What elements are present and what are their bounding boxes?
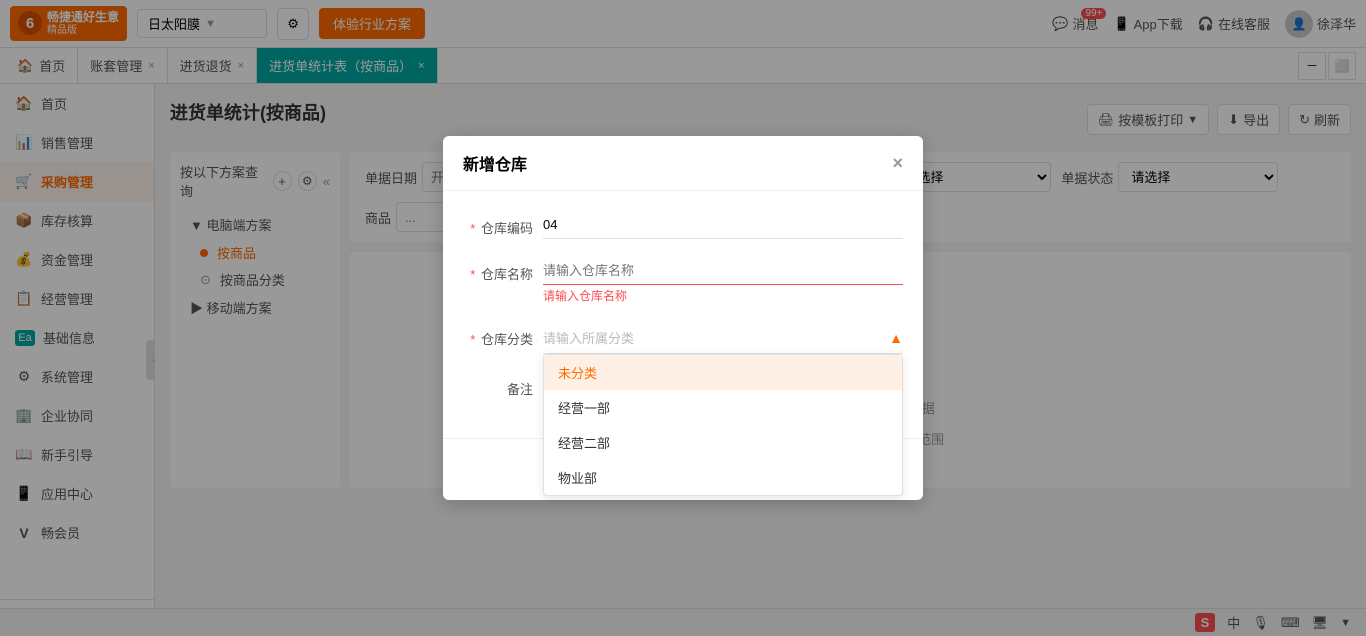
dialog-header: 新增仓库 × — [443, 136, 923, 191]
name-input[interactable] — [543, 257, 903, 285]
form-row-code: * 仓库编码 — [463, 211, 903, 239]
dropdown-item-2[interactable]: 经营二部 — [544, 425, 902, 460]
category-label: * 仓库分类 — [463, 322, 533, 348]
form-row-name: * 仓库名称 请输入仓库名称 — [463, 257, 903, 304]
name-error-tip: 请输入仓库名称 — [543, 287, 903, 304]
dropdown-item-3[interactable]: 物业部 — [544, 460, 902, 495]
dropdown-item-0[interactable]: 未分类 — [544, 355, 902, 390]
dialog-overlay[interactable]: 新增仓库 × * 仓库编码 * 仓库名称 — [0, 0, 1366, 636]
category-select-text: 请输入所属分类 — [543, 328, 889, 347]
dialog-close-button[interactable]: × — [892, 153, 903, 174]
name-field-wrap: 请输入仓库名称 — [543, 257, 903, 304]
code-label: * 仓库编码 — [463, 211, 533, 237]
dialog-title: 新增仓库 — [463, 151, 527, 175]
category-field-wrap: 请输入所属分类 ▲ 未分类 经营一部 经营二部 物业部 — [543, 322, 903, 354]
code-input[interactable] — [543, 211, 903, 239]
code-field-wrap — [543, 211, 903, 239]
category-arrow-icon: ▲ — [889, 330, 903, 346]
remark-label: 备注 — [463, 372, 533, 398]
category-select[interactable]: 请输入所属分类 ▲ — [543, 322, 903, 354]
category-dropdown: 未分类 经营一部 经营二部 物业部 — [543, 354, 903, 496]
dropdown-item-1[interactable]: 经营一部 — [544, 390, 902, 425]
dialog-body: * 仓库编码 * 仓库名称 请输入仓库名称 — [443, 191, 923, 438]
name-label: * 仓库名称 — [463, 257, 533, 283]
form-row-category: * 仓库分类 请输入所属分类 ▲ 未分类 经营一部 经营二部 物业部 — [463, 322, 903, 354]
new-warehouse-dialog: 新增仓库 × * 仓库编码 * 仓库名称 — [443, 136, 923, 500]
